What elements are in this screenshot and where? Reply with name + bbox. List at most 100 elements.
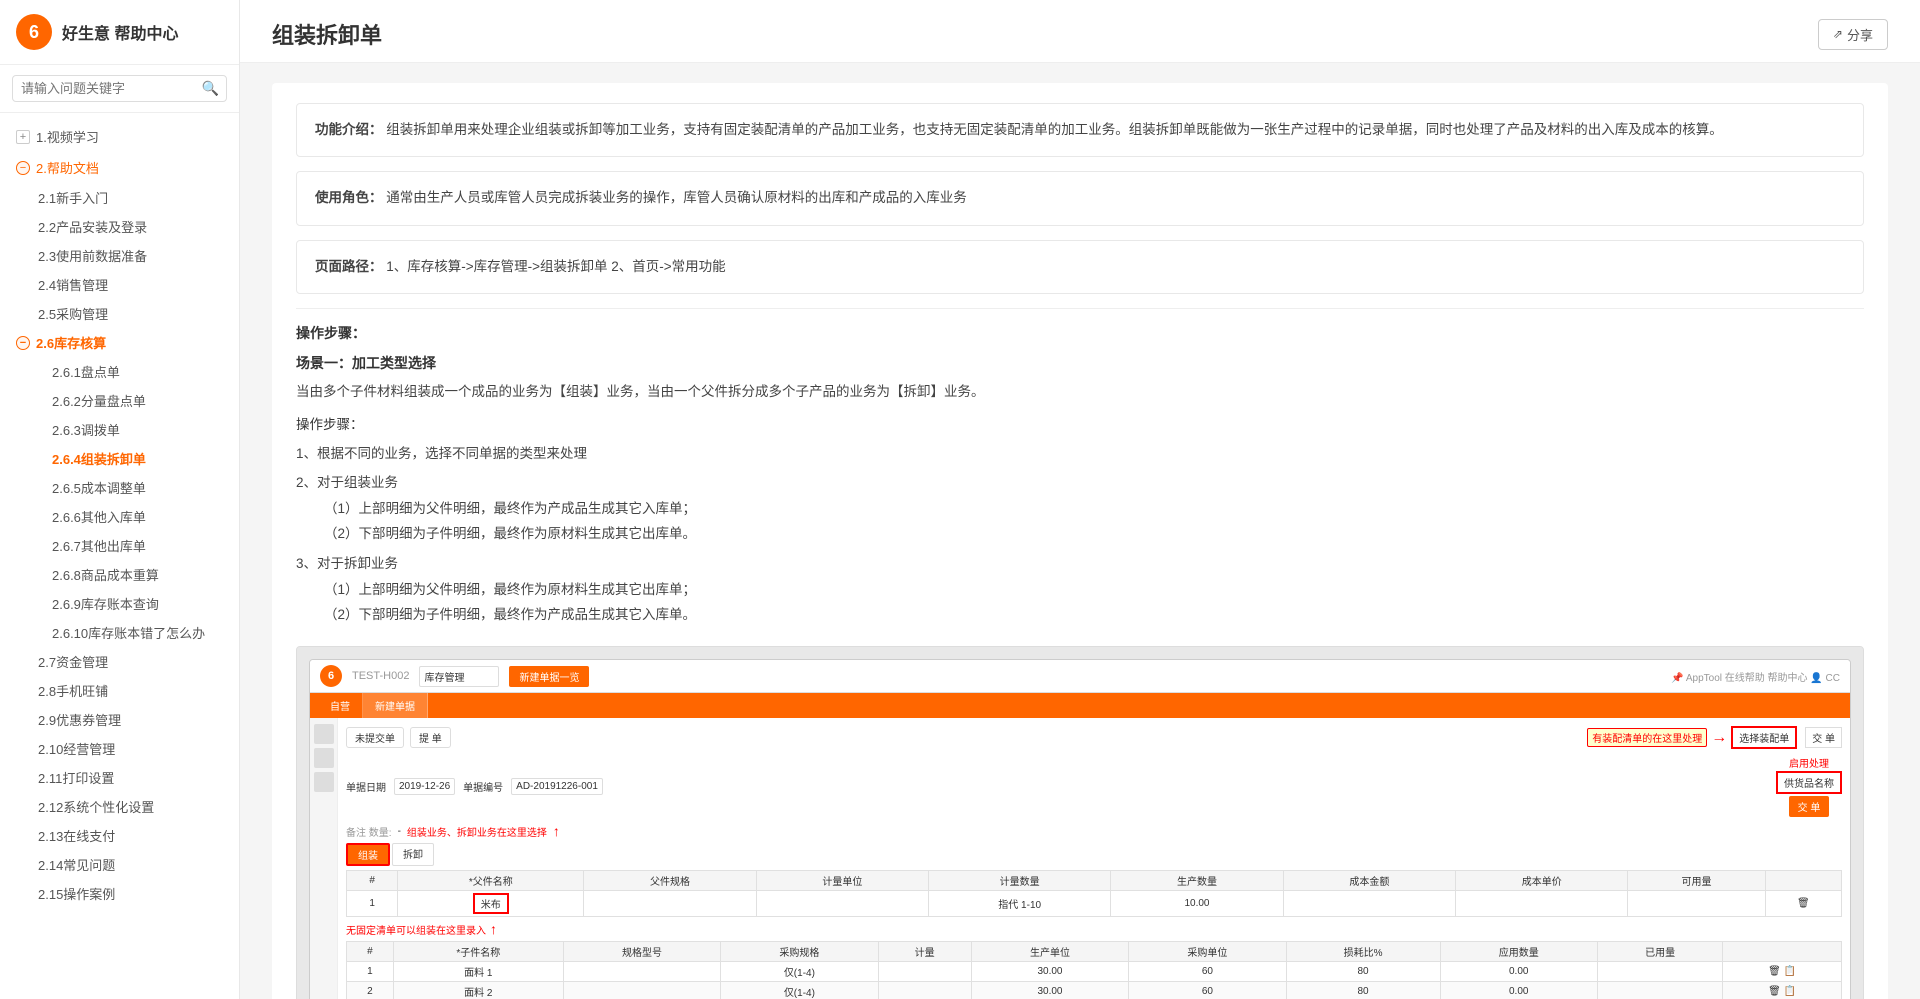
func-intro-text: 组装拆卸单用来处理企业组装或拆卸等加工业务，支持有固定装配清单的产品加工业务，也… <box>386 122 1723 137</box>
mock-select-btn[interactable]: 选择装配单 <box>1731 726 1797 749</box>
mock-upper-table: # *父件名称 父件规格 计量单位 计量数量 生产数量 成本金额 成本单价 <box>346 870 1842 917</box>
sidebar-item-2-13[interactable]: 2.13在线支付 <box>0 821 239 850</box>
sidebar-item-2-6-3[interactable]: 2.6.3调拨单 <box>0 415 239 444</box>
path-label: 页面路径： <box>315 259 383 274</box>
arrow1: → <box>1711 729 1727 747</box>
sidebar-item-2-6-9[interactable]: 2.6.9库存账本查询 <box>0 589 239 618</box>
mock-field-label-bill: 单据编号 <box>463 779 503 794</box>
mock-nav-tabs: 自营 新建单据 <box>310 693 1850 718</box>
sidebar-item-2-14[interactable]: 2.14常见问题 <box>0 850 239 879</box>
mock-type-tabs: 组装 拆卸 <box>346 843 1842 866</box>
sidebar-item-2-7[interactable]: 2.7资金管理 <box>0 647 239 676</box>
mock-body: 未提交单 提 单 有装配清单的在这里处理 → 选择装配单 交 单 <box>310 718 1850 999</box>
role-text: 通常由生产人员或库管人员完成拆装业务的操作，库管人员确认原材料的出库和产成品的入… <box>386 190 967 205</box>
step3-sub1: （1）上部明细为父件明细，最终作为原材料生成其它出库单； <box>324 577 1864 603</box>
mock-fields-row1: 单据日期 2019-12-26 单据编号 AD-20191226-001 启用处… <box>346 755 1842 817</box>
logo-icon: 6 <box>16 14 52 50</box>
mock-enable-field: 供货品名称 <box>1776 771 1842 794</box>
mock-bill-field: AD-20191226-001 <box>511 778 603 795</box>
screenshot-container: 6 TEST-H002 库存管理 新建单据一览 📌 AppTool 在线帮助 帮… <box>296 646 1864 999</box>
mock-toolbar: 未提交单 提 单 有装配清单的在这里处理 → 选择装配单 交 单 <box>346 726 1842 749</box>
mock-tab-disassemble[interactable]: 拆卸 <box>392 843 434 866</box>
mock-confirm-btn[interactable]: 交 单 <box>1805 727 1842 748</box>
mock-sublabel-row: 备注 数量: - 组装业务、拆卸业务在这里选择 ↑ <box>346 823 1842 839</box>
annotation3: 启用处理 <box>1789 755 1829 770</box>
step3-sub2: （2）下部明细为子件明细，最终作为产成品生成其它入库单。 <box>324 602 1864 628</box>
arrow4: ↑ <box>490 921 497 937</box>
mock-tab-home[interactable]: 自营 <box>318 693 363 718</box>
step2-sub2: （2）下部明细为子件明细，最终作为原材料生成其它出库单。 <box>324 521 1864 547</box>
logo-area: 6 好生意 帮助中心 <box>0 0 239 65</box>
step2-sub1: （1）上部明细为父件明细，最终作为产成品生成其它入库单； <box>324 496 1864 522</box>
mock-enable-btn[interactable]: 交 单 <box>1789 796 1830 817</box>
sidebar-item-2-6-1[interactable]: 2.6.1盘点单 <box>0 357 239 386</box>
sidebar-item-2-6-6[interactable]: 2.6.6其他入库单 <box>0 502 239 531</box>
annotation4-wrap: 无固定清单可以组装在这里录入 ↑ <box>346 921 1842 937</box>
mock-date-field: 2019-12-26 <box>394 778 455 795</box>
search-icon: 🔍 <box>202 80 219 97</box>
mock-topbar-id: TEST-H002 <box>352 670 409 682</box>
sidebar-item-2-6-5[interactable]: 2.6.5成本调整单 <box>0 473 239 502</box>
func-intro-block: 功能介绍： 组装拆卸单用来处理企业组装或拆卸等加工业务，支持有固定装配清单的产品… <box>296 103 1864 157</box>
annotation3-wrap: 启用处理 供货品名称 交 单 <box>1776 755 1842 817</box>
mock-topbar-icons: 📌 AppTool 在线帮助 帮助中心 👤 CC <box>1671 669 1840 684</box>
func-intro-label: 功能介绍： <box>315 122 383 137</box>
sidebar-item-2-6-8[interactable]: 2.6.8商品成本重算 <box>0 560 239 589</box>
sidebar: 6 好生意 帮助中心 🔍 + 1.视频学习 − 2.帮助文档 2.1新手入门 2… <box>0 0 240 999</box>
sidebar-item-2-5[interactable]: 2.5采购管理 <box>0 299 239 328</box>
sidebar-item-2-1[interactable]: 2.1新手入门 <box>0 183 239 212</box>
sidebar-item-2-6[interactable]: − 2.6库存核算 <box>0 328 239 357</box>
step3: 3、对于拆卸业务 <box>296 551 1864 577</box>
nav-tree: + 1.视频学习 − 2.帮助文档 2.1新手入门 2.2产品安装及登录 2.3… <box>0 113 239 999</box>
mock-tab-current[interactable]: 新建单据 <box>363 693 428 718</box>
annotation4: 无固定清单可以组装在这里录入 <box>346 922 486 937</box>
sidebar-item-2-15[interactable]: 2.15操作案例 <box>0 879 239 908</box>
app-name: 好生意 帮助中心 <box>62 20 178 44</box>
ops-steps-label: 操作步骤： <box>296 413 1864 433</box>
sidebar-item-2-6-4[interactable]: 2.6.4组装拆卸单 <box>0 444 239 473</box>
mock-btn-action[interactable]: 提 单 <box>410 727 451 748</box>
arrow2: ↑ <box>553 823 560 839</box>
sidebar-item-2-9[interactable]: 2.9优惠券管理 <box>0 705 239 734</box>
table-row: 1 面料 1 仅(1-4) 30.00 60 80 <box>347 962 1842 982</box>
mock-logo: 6 <box>320 665 342 687</box>
mock-app: 6 TEST-H002 库存管理 新建单据一览 📌 AppTool 在线帮助 帮… <box>309 659 1851 999</box>
sidebar-item-2-8[interactable]: 2.8手机旺铺 <box>0 676 239 705</box>
mock-sublabel: 备注 数量: <box>346 824 392 839</box>
sidebar-item-2-12[interactable]: 2.12系统个性化设置 <box>0 792 239 821</box>
mock-new-btn[interactable]: 新建单据一览 <box>509 666 589 687</box>
sidebar-item-2-4[interactable]: 2.4销售管理 <box>0 270 239 299</box>
mock-icon-1 <box>314 724 334 744</box>
sidebar-item-2-2[interactable]: 2.2产品安装及登录 <box>0 212 239 241</box>
mock-field-label-date: 单据日期 <box>346 779 386 794</box>
sidebar-item-2-6-10[interactable]: 2.6.10库存账本错了怎么办 <box>0 618 239 647</box>
table-row: 1 米布 指代 1-10 10.00 <box>347 891 1842 917</box>
content-block: 功能介绍： 组装拆卸单用来处理企业组装或拆卸等加工业务，支持有固定装配清单的产品… <box>272 83 1888 999</box>
search-input[interactable] <box>12 75 227 102</box>
sidebar-item-2-10[interactable]: 2.10经营管理 <box>0 734 239 763</box>
mock-tab-assemble[interactable]: 组装 <box>346 843 390 866</box>
role-block: 使用角色： 通常由生产人员或库管人员完成拆装业务的操作，库管人员确认原材料的出库… <box>296 171 1864 225</box>
steps-title: 操作步骤： <box>296 323 1864 343</box>
sidebar-item-2[interactable]: − 2.帮助文档 <box>0 152 239 183</box>
mock-form-area: 未提交单 提 单 有装配清单的在这里处理 → 选择装配单 交 单 <box>338 718 1850 999</box>
content-area: 功能介绍： 组装拆卸单用来处理企业组装或拆卸等加工业务，支持有固定装配清单的产品… <box>240 63 1920 999</box>
mock-left-sidebar <box>310 718 338 999</box>
sidebar-item-2-6-2[interactable]: 2.6.2分量盘点单 <box>0 386 239 415</box>
step2: 2、对于组装业务 <box>296 470 1864 496</box>
main-content: 组装拆卸单 ⇗ 分享 功能介绍： 组装拆卸单用来处理企业组装或拆卸等加工业务，支… <box>240 0 1920 999</box>
sidebar-item-2-11[interactable]: 2.11打印设置 <box>0 763 239 792</box>
annotation1: 有装配清单的在这里处理 <box>1587 728 1707 747</box>
sidebar-item-2-6-7[interactable]: 2.6.7其他出库单 <box>0 531 239 560</box>
mock-lower-table: # *子件名称 规格型号 采购规格 计量 生产单位 采购单位 损耗比% <box>346 941 1842 999</box>
step1: 1、根据不同的业务，选择不同单据的类型来处理 <box>296 441 1864 467</box>
sidebar-item-2-3[interactable]: 2.3使用前数据准备 <box>0 241 239 270</box>
mock-btn-save[interactable]: 未提交单 <box>346 727 404 748</box>
share-button[interactable]: ⇗ 分享 <box>1818 19 1888 50</box>
sidebar-item-1[interactable]: + 1.视频学习 <box>0 121 239 152</box>
scene1-desc: 当由多个子件材料组装成一个成品的业务为【组装】业务，当由一个父件拆分成多个子产品… <box>296 379 1864 405</box>
collapse-icon-2: − <box>16 161 30 175</box>
role-label: 使用角色： <box>315 190 383 205</box>
share-icon: ⇗ <box>1833 27 1843 41</box>
mock-sublabel2: - <box>398 826 401 837</box>
